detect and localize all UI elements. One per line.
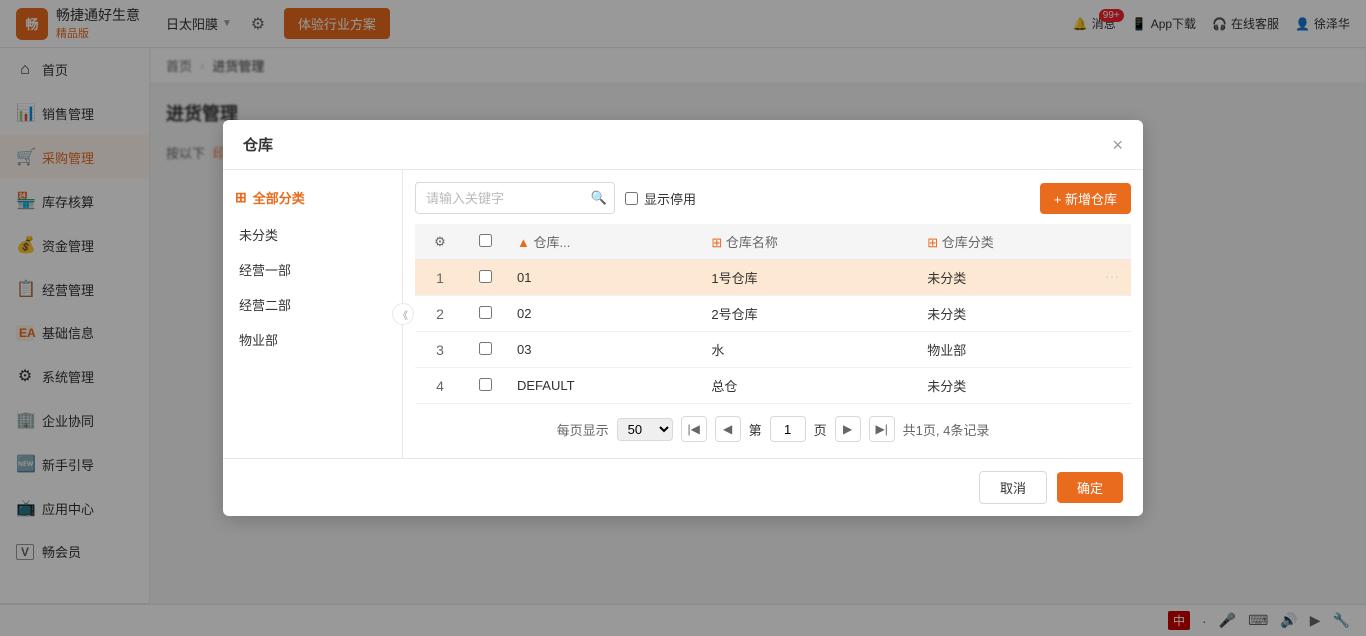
add-warehouse-button[interactable]: + 新增仓库 [1040, 183, 1131, 214]
table-row[interactable]: 1 01 1号仓库 未分类 ··· [415, 260, 1131, 296]
col-checkbox [465, 224, 505, 260]
modal-overlay: 仓库 × ⊞ 全部分类 未分类 经营一部 经营二部 物业部 《 [0, 0, 1366, 636]
row-name-4: 总仓 [699, 368, 915, 404]
row-name-3: 水 [699, 332, 915, 368]
grid-icon: ⊞ [235, 189, 247, 206]
all-categories-label: 全部分类 [253, 188, 305, 207]
show-disabled-checkbox[interactable] [625, 192, 638, 205]
row-category-1: 未分类 ··· [915, 260, 1131, 296]
first-page-button[interactable]: |◀ [681, 416, 707, 442]
more-icon-1[interactable]: ··· [1105, 268, 1119, 284]
modal-left-panel: ⊞ 全部分类 未分类 经营一部 经营二部 物业部 《 [223, 170, 403, 458]
modal-title: 仓库 [243, 134, 273, 155]
total-info: 共1页, 4条记录 [903, 420, 990, 439]
table-container: ⚙ ▲ 仓库... ⊞ 仓库名称 [415, 224, 1131, 404]
select-all-checkbox[interactable] [479, 234, 492, 247]
collapse-panel-button[interactable]: 《 [392, 303, 414, 325]
col-category: ⊞ 仓库分类 [915, 224, 1131, 260]
modal-right-panel: 🔍 显示停用 + 新增仓库 ⚙ [403, 170, 1143, 458]
table-header-row: ⚙ ▲ 仓库... ⊞ 仓库名称 [415, 224, 1131, 260]
row-code-1: 01 [505, 260, 699, 296]
row-category-4: 未分类 [915, 368, 1131, 404]
row-gear-3: 3 [415, 332, 465, 368]
show-disabled-label[interactable]: 显示停用 [644, 189, 696, 208]
row-check-3[interactable] [465, 332, 505, 368]
pagination-bar: 每页显示 50 100 200 |◀ ◀ 第 1 页 ▶ ▶| 共1页, 4条记… [415, 404, 1131, 446]
row-check-1[interactable] [465, 260, 505, 296]
search-input-wrap: 🔍 [415, 182, 615, 214]
row-code-2: 02 [505, 296, 699, 332]
modal-close-button[interactable]: × [1112, 136, 1123, 154]
all-categories-header[interactable]: ⊞ 全部分类 [223, 182, 402, 217]
per-page-label: 每页显示 [557, 420, 609, 439]
row-gear-1: 1 [415, 260, 465, 296]
gear-header-icon: ⚙ [434, 234, 446, 249]
modal-body: ⊞ 全部分类 未分类 经营一部 经营二部 物业部 《 🔍 [223, 170, 1143, 458]
row-name-2: 2号仓库 [699, 296, 915, 332]
cancel-button[interactable]: 取消 [979, 471, 1047, 504]
page-unit: 页 [814, 420, 827, 439]
row-code-4: DEFAULT [505, 368, 699, 404]
col-sort-icon: ▲ [517, 235, 530, 250]
page-number-input[interactable]: 1 [770, 416, 806, 442]
next-page-button[interactable]: ▶ [835, 416, 861, 442]
row-name-1: 1号仓库 [699, 260, 915, 296]
col-gear: ⚙ [415, 224, 465, 260]
table-row[interactable]: 3 03 水 物业部 [415, 332, 1131, 368]
warehouse-modal: 仓库 × ⊞ 全部分类 未分类 经营一部 经营二部 物业部 《 [223, 120, 1143, 516]
last-page-button[interactable]: ▶| [869, 416, 895, 442]
page-label: 第 [749, 420, 762, 439]
prev-page-button[interactable]: ◀ [715, 416, 741, 442]
modal-search-bar: 🔍 显示停用 + 新增仓库 [415, 182, 1131, 214]
modal-header: 仓库 × [223, 120, 1143, 170]
col-name: ⊞ 仓库名称 [699, 224, 915, 260]
category-item-3[interactable]: 物业部 [223, 322, 402, 357]
table-row[interactable]: 4 DEFAULT 总仓 未分类 [415, 368, 1131, 404]
row-check-2[interactable] [465, 296, 505, 332]
row-check-4[interactable] [465, 368, 505, 404]
warehouse-table: ⚙ ▲ 仓库... ⊞ 仓库名称 [415, 224, 1131, 404]
col-category-icon: ⊞ [927, 235, 938, 250]
row-code-3: 03 [505, 332, 699, 368]
show-disabled-wrap: 显示停用 [625, 189, 696, 208]
category-item-2[interactable]: 经营二部 [223, 287, 402, 322]
category-item-1[interactable]: 经营一部 [223, 252, 402, 287]
row-gear-2: 2 [415, 296, 465, 332]
row-gear-4: 4 [415, 368, 465, 404]
col-code: ▲ 仓库... [505, 224, 699, 260]
col-name-icon: ⊞ [711, 235, 722, 250]
row-category-3: 物业部 [915, 332, 1131, 368]
search-input[interactable] [415, 182, 615, 214]
search-icon[interactable]: 🔍 [591, 190, 607, 206]
category-item-0[interactable]: 未分类 [223, 217, 402, 252]
per-page-select[interactable]: 50 100 200 [617, 418, 673, 441]
row-category-2: 未分类 [915, 296, 1131, 332]
modal-footer: 取消 确定 [223, 458, 1143, 516]
table-row[interactable]: 2 02 2号仓库 未分类 [415, 296, 1131, 332]
confirm-button[interactable]: 确定 [1057, 472, 1123, 503]
